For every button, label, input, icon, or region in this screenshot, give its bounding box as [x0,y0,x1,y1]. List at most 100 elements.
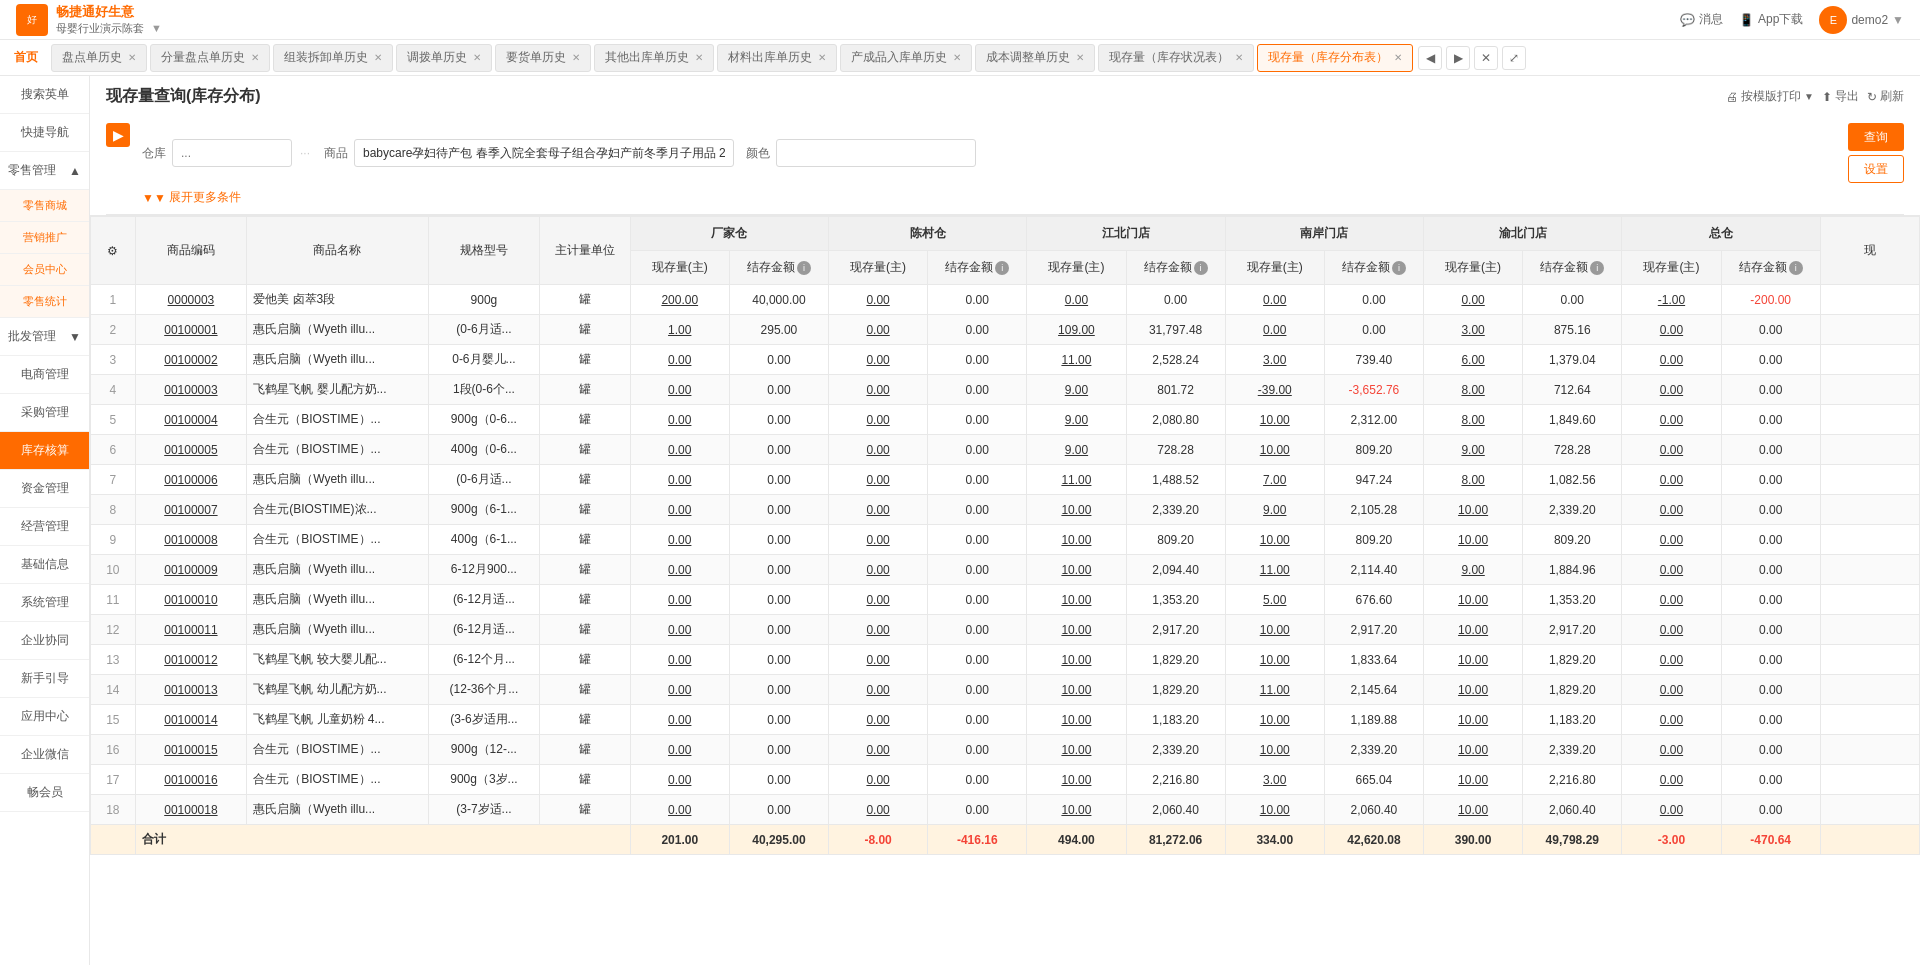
tab-close-11[interactable]: ✕ [1394,52,1402,63]
tab-close-6[interactable]: ✕ [695,52,703,63]
cell-jb-amt: 2,528.24 [1126,345,1225,375]
sidebar-item-wechat[interactable]: 企业微信 [0,736,89,774]
fc-amt-info-icon[interactable]: i [797,261,811,275]
tab-6[interactable]: 其他出库单历史 ✕ [594,44,714,72]
sidebar-item-retail-mgmt[interactable]: 零售管理 ▲ [0,152,89,190]
tab-close-3[interactable]: ✕ [374,52,382,63]
cell-cc-amt: 0.00 [928,345,1027,375]
color-input[interactable] [776,139,976,167]
sidebar-item-basic-info[interactable]: 基础信息 [0,546,89,584]
cell-current [1820,555,1919,585]
cc-amt-info-icon[interactable]: i [995,261,1009,275]
message-btn[interactable]: 💬 消息 [1680,11,1723,28]
cell-spec: (3-6岁适用... [428,705,540,735]
th-jb-qty: 现存量(主) [1027,251,1126,285]
sidebar-item-collab[interactable]: 企业协同 [0,622,89,660]
tab-9[interactable]: 成本调整单历史 ✕ [975,44,1095,72]
sidebar-item-retail-stats[interactable]: 零售统计 [0,286,89,318]
cell-yb-qty: 10.00 [1424,615,1523,645]
cell-jb-amt: 1,353.20 [1126,585,1225,615]
tab-home[interactable]: 首页 [4,44,48,72]
cell-no: 9 [91,525,136,555]
tab-close-2[interactable]: ✕ [251,52,259,63]
print-btn[interactable]: 🖨 按模版打印 ▼ [1726,88,1814,105]
tab-7[interactable]: 材料出库单历史 ✕ [717,44,837,72]
tab-close-9[interactable]: ✕ [1076,52,1084,63]
sidebar-item-wholesale[interactable]: 批发管理 ▼ [0,318,89,356]
cell-jb-qty: 9.00 [1027,375,1126,405]
cell-jb-qty: 10.00 [1027,585,1126,615]
sidebar-item-member[interactable]: 会员中心 [0,254,89,286]
summary-na-amt: 42,620.08 [1324,825,1423,855]
th-gear[interactable]: ⚙ [91,217,136,285]
yb-amt-info-icon[interactable]: i [1590,261,1604,275]
user-area[interactable]: E demo2 ▼ [1819,6,1904,34]
filter-toggle-btn[interactable]: ▶ [106,123,130,147]
tab-expand-btn[interactable]: ⤢ [1502,46,1526,70]
tab-11-active[interactable]: 现存量（库存分布表） ✕ [1257,44,1413,72]
na-amt-info-icon[interactable]: i [1392,261,1406,275]
sidebar-item-ecommerce[interactable]: 电商管理 [0,356,89,394]
sidebar-item-quick-nav[interactable]: 快捷导航 [0,114,89,152]
top-right-area: 💬 消息 📱 App下载 E demo2 ▼ [1680,6,1904,34]
tab-1[interactable]: 盘点单历史 ✕ [51,44,147,72]
export-btn[interactable]: ⬆ 导出 [1822,88,1859,105]
cell-no: 8 [91,495,136,525]
tab-next-btn[interactable]: ▶ [1446,46,1470,70]
tab-3[interactable]: 组装拆卸单历史 ✕ [273,44,393,72]
tab-close-1[interactable]: ✕ [128,52,136,63]
cell-zc-amt: 0.00 [1721,405,1820,435]
cell-yb-amt: 1,379.04 [1523,345,1622,375]
tab-close-4[interactable]: ✕ [473,52,481,63]
cell-cc-amt: 0.00 [928,465,1027,495]
sidebar-item-purchase[interactable]: 采购管理 [0,394,89,432]
cell-yb-qty: 0.00 [1424,285,1523,315]
query-btn[interactable]: 查询 [1848,123,1904,151]
tab-8[interactable]: 产成品入库单历史 ✕ [840,44,972,72]
cell-name: 惠氏启脑（Wyeth illu... [247,795,428,825]
tab-close-5[interactable]: ✕ [572,52,580,63]
tab-prev-btn[interactable]: ◀ [1418,46,1442,70]
sidebar-item-finance[interactable]: 资金管理 [0,470,89,508]
avatar: E [1819,6,1847,34]
sidebar-item-guide[interactable]: 新手引导 [0,660,89,698]
sidebar-item-system[interactable]: 系统管理 [0,584,89,622]
tab-close-10[interactable]: ✕ [1235,52,1243,63]
th-jb-amt: 结存金额i [1126,251,1225,285]
cell-yb-amt: 1,884.96 [1523,555,1622,585]
warehouse-input[interactable] [172,139,292,167]
tab-close-7[interactable]: ✕ [818,52,826,63]
tab-10[interactable]: 现存量（库存状况表） ✕ [1098,44,1254,72]
cell-no: 2 [91,315,136,345]
sidebar-item-inventory[interactable]: 库存核算 [0,432,89,470]
tab-5[interactable]: 要货单历史 ✕ [495,44,591,72]
cell-no: 6 [91,435,136,465]
setting-btn[interactable]: 设置 [1848,155,1904,183]
sidebar-item-retail-mall[interactable]: 零售商城 [0,190,89,222]
cell-name: 惠氏启脑（Wyeth illu... [247,315,428,345]
cell-jb-amt: 1,183.20 [1126,705,1225,735]
sidebar-item-member2[interactable]: 畅会员 [0,774,89,812]
sidebar-item-search[interactable]: 搜索英单 [0,76,89,114]
cell-na-amt: 0.00 [1324,285,1423,315]
tab-close-8[interactable]: ✕ [953,52,961,63]
jb-amt-info-icon[interactable]: i [1194,261,1208,275]
sidebar-item-ops[interactable]: 经营管理 [0,508,89,546]
cell-yb-amt: 0.00 [1523,285,1622,315]
app-download-btn[interactable]: 📱 App下载 [1739,11,1803,28]
product-input[interactable] [354,139,734,167]
cell-jb-qty: 0.00 [1027,285,1126,315]
cell-fc-qty: 0.00 [630,735,729,765]
sidebar-item-app-center[interactable]: 应用中心 [0,698,89,736]
gear-icon: ⚙ [107,244,118,258]
cell-jb-amt: 2,917.20 [1126,615,1225,645]
tab-close-all-btn[interactable]: ✕ [1474,46,1498,70]
sidebar-item-marketing[interactable]: 营销推广 [0,222,89,254]
expand-btn[interactable]: ▼▼ 展开更多条件 [142,189,1904,206]
cell-na-amt: 2,312.00 [1324,405,1423,435]
refresh-btn[interactable]: ↻ 刷新 [1867,88,1904,105]
zc-amt-info-icon[interactable]: i [1789,261,1803,275]
tab-2[interactable]: 分量盘点单历史 ✕ [150,44,270,72]
cell-name: 合生元（BIOSTIME）... [247,735,428,765]
tab-4[interactable]: 调拨单历史 ✕ [396,44,492,72]
